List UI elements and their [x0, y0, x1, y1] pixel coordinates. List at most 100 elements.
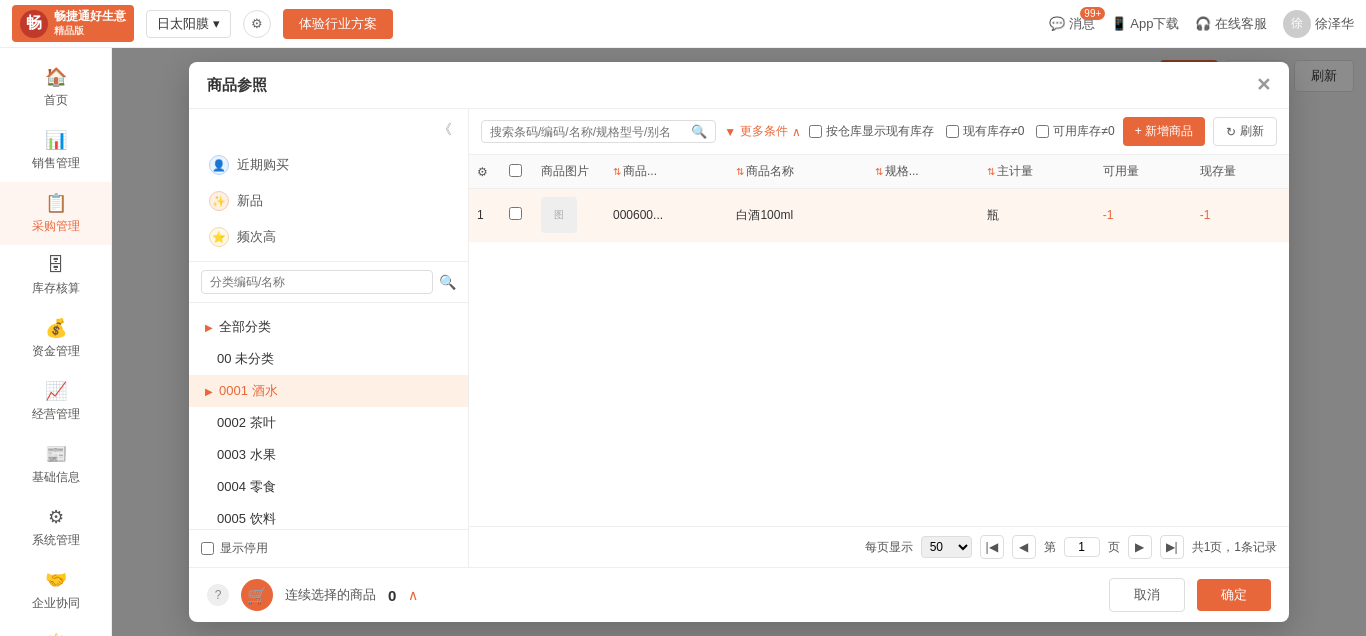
product-table: ⚙ 商品图片 ⇅商品...: [469, 155, 1289, 242]
logo-line2: 精品版: [54, 24, 126, 38]
user-menu[interactable]: 徐 徐泽华: [1283, 10, 1354, 38]
select-all-checkbox[interactable]: [509, 164, 522, 177]
row-seq: 1: [469, 189, 501, 242]
tree-item-all[interactable]: ▶ 全部分类: [189, 311, 468, 343]
sidebar-item-enterprise[interactable]: 🤝 企业协同: [0, 559, 111, 622]
arrow-icon-liquor: ▶: [205, 386, 213, 397]
product-search-input[interactable]: [490, 125, 687, 139]
cart-icon[interactable]: 🛒: [241, 579, 273, 611]
table-row[interactable]: 1 图 000600... 白酒100ml 瓶: [469, 189, 1289, 242]
cancel-btn[interactable]: 取消: [1109, 578, 1185, 612]
product-table-wrap: ⚙ 商品图片 ⇅商品...: [469, 155, 1289, 526]
last-page-btn[interactable]: ▶|: [1160, 535, 1184, 559]
sidebar-item-inventory[interactable]: 🗄 库存核算: [0, 245, 111, 307]
sidebar-item-purchase[interactable]: 📋 采购管理: [0, 182, 111, 245]
refresh-btn[interactable]: ↻ 刷新: [1213, 117, 1277, 146]
th-available[interactable]: 可用量: [1095, 155, 1192, 189]
row-checkbox[interactable]: [501, 189, 533, 242]
checkbox-available-nonzero[interactable]: 可用库存≠0: [1036, 123, 1114, 140]
checkbox-stock-nonzero[interactable]: 现有库存≠0: [946, 123, 1024, 140]
store-dropdown[interactable]: 日太阳膜 ▾: [146, 10, 231, 38]
sidebar-item-sales[interactable]: 📊 销售管理: [0, 119, 111, 182]
th-settings[interactable]: ⚙: [469, 155, 501, 189]
tree-item-fruit[interactable]: 0003 水果: [189, 439, 468, 471]
th-img: 商品图片: [533, 155, 605, 189]
tree-item-liquor[interactable]: ▶ 0001 酒水: [189, 375, 468, 407]
arrow-icon: ▶: [205, 322, 213, 333]
quick-item-freq[interactable]: ⭐ 频次高: [201, 221, 456, 253]
tree-item-uncat[interactable]: 00 未分类: [189, 343, 468, 375]
sidebar-item-finance[interactable]: 💰 资金管理: [0, 307, 111, 370]
help-icon[interactable]: ?: [207, 584, 229, 606]
stock-checkboxes: 按仓库显示现有库存 现有库存≠0 可用库存≠0: [809, 123, 1115, 140]
product-image: 图: [541, 197, 577, 233]
tree-item-drinks[interactable]: 0005 饮料: [189, 503, 468, 529]
page-input[interactable]: [1064, 537, 1100, 557]
nav-actions: 💬 消息 99+ 📱 App下载 🎧 在线客服 徐 徐泽华: [1049, 10, 1354, 38]
content-area: 查询 设置 刷新 商品参照 ✕ 《: [112, 48, 1366, 636]
category-search-input[interactable]: [201, 270, 433, 294]
sidebar-item-basic[interactable]: 📰 基础信息: [0, 433, 111, 496]
sidebar-item-system[interactable]: ⚙ 系统管理: [0, 496, 111, 559]
avatar: 徐: [1283, 10, 1311, 38]
add-product-btn[interactable]: + 新增商品: [1123, 117, 1205, 146]
th-stock[interactable]: 现存量: [1192, 155, 1289, 189]
page-label-ye: 页: [1108, 539, 1120, 556]
settings-icon: ⚙: [477, 165, 488, 179]
category-tree: ▶ 全部分类 00 未分类 ▶ 0001 酒水 0002 茶: [189, 303, 468, 529]
th-unit[interactable]: ⇅主计量: [979, 155, 1095, 189]
chevron-up-icon: ∧: [792, 125, 801, 139]
gear-icon[interactable]: ⚙: [243, 10, 271, 38]
sidebar-item-business[interactable]: 📈 经营管理: [0, 370, 111, 433]
guide-icon: 🌟: [45, 632, 67, 636]
more-filter-btn[interactable]: ▼ 更多条件 ∧: [724, 123, 801, 140]
total-info: 共1页，1条记录: [1192, 539, 1277, 556]
confirm-btn[interactable]: 确定: [1197, 579, 1271, 611]
row-img: 图: [533, 189, 605, 242]
modal-toolbar: 🔍 ▼ 更多条件 ∧ 按仓库显示现有库存: [469, 109, 1289, 155]
exp-btn[interactable]: 体验行业方案: [283, 9, 393, 39]
prev-page-btn[interactable]: ◀: [1012, 535, 1036, 559]
th-name[interactable]: ⇅商品名称: [728, 155, 866, 189]
tree-item-tea[interactable]: 0002 茶叶: [189, 407, 468, 439]
quick-item-recent[interactable]: 👤 近期购买: [201, 149, 456, 181]
search-icon[interactable]: 🔍: [691, 124, 707, 139]
next-page-btn[interactable]: ▶: [1128, 535, 1152, 559]
product-reference-modal: 商品参照 ✕ 《 👤 近期购买: [189, 62, 1289, 622]
logo-line1: 畅捷通好生意: [54, 9, 126, 25]
sort-icon-spec: ⇅: [875, 166, 883, 177]
show-disabled-checkbox[interactable]: [201, 542, 214, 555]
sidebar-item-home[interactable]: 🏠 首页: [0, 56, 111, 119]
toolbar-right: + 新增商品 ↻ 刷新: [1123, 117, 1277, 146]
top-nav: 畅 畅捷通好生意 精品版 日太阳膜 ▾ ⚙ 体验行业方案 💬 消息 99+ 📱 …: [0, 0, 1366, 48]
home-icon: 🏠: [45, 66, 67, 88]
th-checkbox[interactable]: [501, 155, 533, 189]
finance-icon: 💰: [45, 317, 67, 339]
online-service-btn[interactable]: 🎧 在线客服: [1195, 15, 1267, 33]
tree-item-snack[interactable]: 0004 零食: [189, 471, 468, 503]
modal-body: 《 👤 近期购买 ✨ 新品 ⭐: [189, 109, 1289, 567]
category-search-btn[interactable]: 🔍: [439, 274, 456, 290]
headset-icon: 🎧: [1195, 16, 1211, 31]
sidebar-item-guide[interactable]: 🌟 新手引导: [0, 622, 111, 636]
th-spec[interactable]: ⇅规格...: [867, 155, 979, 189]
th-code[interactable]: ⇅商品...: [605, 155, 728, 189]
logo-icon: 畅: [20, 10, 48, 38]
chevron-down-icon: ▾: [213, 16, 220, 31]
app-download-btn[interactable]: 📱 App下载: [1111, 15, 1179, 33]
show-disabled-label[interactable]: 显示停用: [220, 540, 268, 557]
modal-overlay: 商品参照 ✕ 《 👤 近期购买: [112, 48, 1366, 636]
per-page-select[interactable]: 50 20 100: [921, 536, 972, 558]
close-icon[interactable]: ✕: [1256, 74, 1271, 96]
purchase-icon: 📋: [45, 192, 67, 214]
row-code: 000600...: [605, 189, 728, 242]
row-spec: [867, 189, 979, 242]
message-btn[interactable]: 💬 消息 99+: [1049, 15, 1095, 33]
collapse-selected-btn[interactable]: ∧: [408, 587, 418, 603]
checkbox-warehouse-stock[interactable]: 按仓库显示现有库存: [809, 123, 934, 140]
inventory-icon: 🗄: [47, 255, 65, 276]
row-available: -1: [1095, 189, 1192, 242]
first-page-btn[interactable]: |◀: [980, 535, 1004, 559]
collapse-left-btn[interactable]: 《: [434, 117, 456, 143]
quick-item-new[interactable]: ✨ 新品: [201, 185, 456, 217]
